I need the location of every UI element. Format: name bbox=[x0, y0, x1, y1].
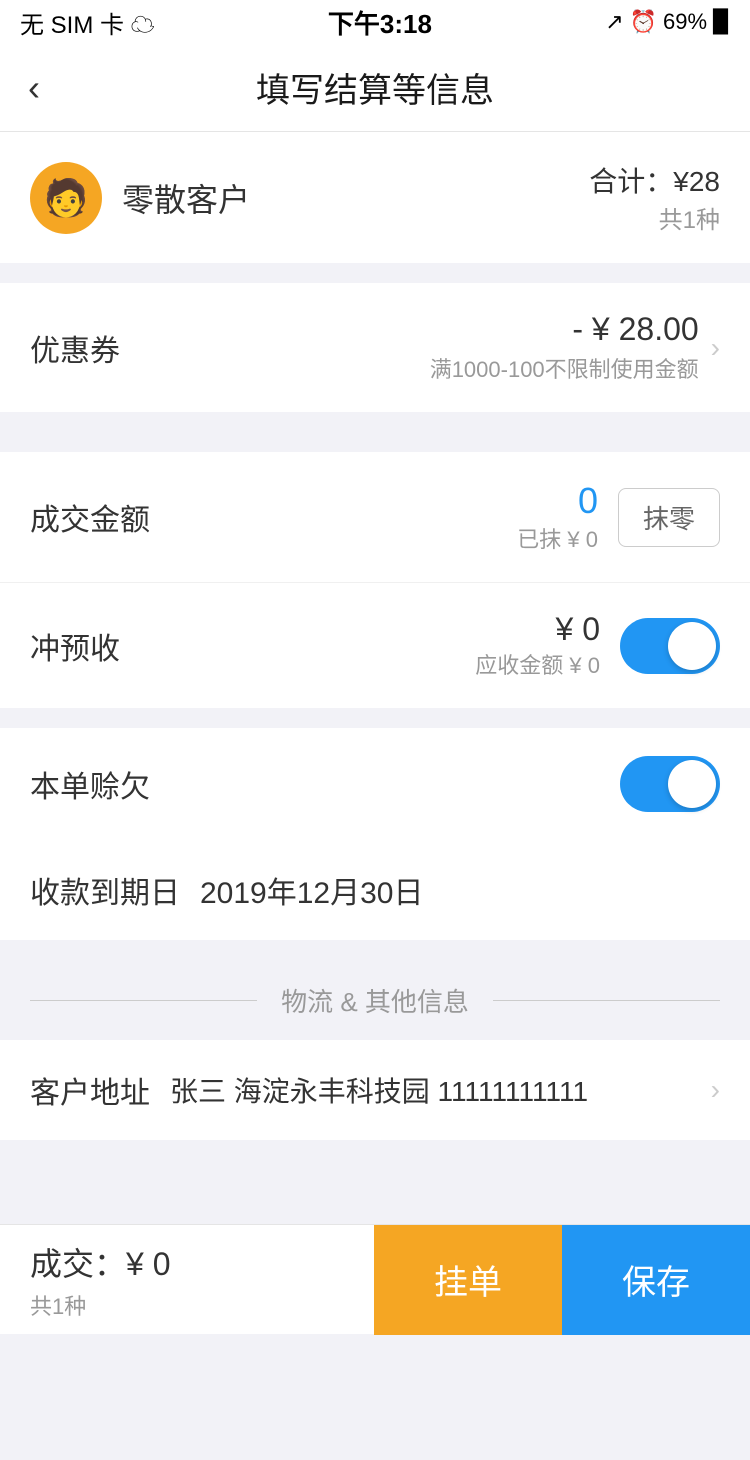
deducted-label: 已抹 ¥ 0 bbox=[517, 522, 598, 554]
debt-label: 本单赊欠 bbox=[30, 762, 150, 806]
customer-total: 合计：¥28 bbox=[589, 160, 720, 200]
logistics-divider: 物流 & 其他信息 bbox=[0, 960, 750, 1040]
debt-toggle[interactable] bbox=[620, 756, 720, 812]
address-section[interactable]: 客户地址 张三 海淀永丰科技园 11111111111 › bbox=[0, 1040, 750, 1140]
chevron-right-icon-address: › bbox=[711, 1074, 720, 1106]
address-label: 客户地址 bbox=[30, 1068, 150, 1112]
deal-label: 成交金额 bbox=[30, 495, 150, 539]
deal-amount-bottom: ¥ 0 bbox=[126, 1246, 170, 1282]
prepay-right: ¥ 0 应收金额 ¥ 0 bbox=[475, 611, 720, 680]
coupon-label: 优惠券 bbox=[30, 326, 120, 370]
save-button[interactable]: 保存 bbox=[562, 1225, 750, 1335]
customer-count: 共1种 bbox=[589, 200, 720, 235]
divider-1 bbox=[0, 432, 750, 452]
status-left: 无 SIM 卡 ☁ bbox=[20, 5, 155, 40]
nav-bar: ‹ 填写结算等信息 bbox=[0, 44, 750, 132]
bottom-summary: 成交：¥ 0 共1种 bbox=[0, 1239, 374, 1321]
prepay-toggle[interactable] bbox=[620, 618, 720, 674]
status-right: ↗ ⏰ 69% ▉ bbox=[605, 9, 730, 35]
round-zero-button[interactable]: 抹零 bbox=[618, 488, 720, 547]
page-title: 填写结算等信息 bbox=[256, 63, 494, 112]
debt-row: 本单赊欠 bbox=[0, 728, 750, 840]
due-date-value: 2019年12月30日 bbox=[200, 868, 423, 912]
address-row[interactable]: 客户地址 张三 海淀永丰科技园 11111111111 › bbox=[0, 1040, 750, 1140]
deal-amount-input[interactable]: 0 bbox=[517, 480, 598, 522]
address-value: 张三 海淀永丰科技园 11111111111 bbox=[170, 1070, 711, 1110]
coupon-desc: 满1000-100不限制使用金额 bbox=[430, 352, 699, 384]
prepay-amount: ¥ 0 bbox=[475, 611, 600, 648]
due-date-row: 收款到期日 2019年12月30日 bbox=[0, 840, 750, 940]
bottom-count: 共1种 bbox=[30, 1289, 344, 1321]
no-sim-text: 无 SIM 卡 ☁ bbox=[20, 5, 155, 40]
chevron-right-icon: › bbox=[711, 332, 720, 364]
address-right: › bbox=[711, 1074, 720, 1106]
customer-name: 零散客户 bbox=[122, 175, 250, 221]
alarm-icon: ⏰ bbox=[630, 9, 657, 35]
bottom-deal-text: 成交：¥ 0 bbox=[30, 1239, 344, 1285]
customer-section: 🧑 零散客户 合计：¥28 共1种 bbox=[0, 132, 750, 263]
status-time: 下午3:18 bbox=[328, 4, 432, 41]
prepay-sub-label: 应收金额 ¥ 0 bbox=[475, 648, 600, 680]
due-date-label: 收款到期日 bbox=[30, 868, 180, 912]
customer-right: 合计：¥28 共1种 bbox=[589, 160, 720, 235]
debt-section: 本单赊欠 收款到期日 2019年12月30日 bbox=[0, 728, 750, 940]
prepay-row: 冲预收 ¥ 0 应收金额 ¥ 0 bbox=[0, 583, 750, 708]
hold-button[interactable]: 挂单 bbox=[374, 1225, 562, 1335]
divider-line-right bbox=[493, 1000, 720, 1001]
deal-prefix: 成交： bbox=[30, 1246, 126, 1282]
deal-prepay-section: 成交金额 0 已抹 ¥ 0 抹零 冲预收 ¥ 0 应收金额 ¥ 0 bbox=[0, 452, 750, 708]
coupon-section[interactable]: 优惠券 - ¥ 28.00 满1000-100不限制使用金额 › bbox=[0, 283, 750, 412]
customer-row: 🧑 零散客户 合计：¥28 共1种 bbox=[0, 132, 750, 263]
coupon-amount: - ¥ 28.00 bbox=[430, 311, 699, 348]
bottom-bar: 成交：¥ 0 共1种 挂单 保存 bbox=[0, 1224, 750, 1334]
location-icon: ↗ bbox=[605, 9, 623, 35]
deal-right: 0 已抹 ¥ 0 抹零 bbox=[517, 480, 720, 554]
customer-left: 🧑 零散客户 bbox=[30, 162, 250, 234]
avatar: 🧑 bbox=[30, 162, 102, 234]
status-bar: 无 SIM 卡 ☁ 下午3:18 ↗ ⏰ 69% ▉ bbox=[0, 0, 750, 44]
logistics-label: 物流 & 其他信息 bbox=[257, 982, 493, 1019]
divider-line-left bbox=[30, 1000, 257, 1001]
divider-2 bbox=[0, 708, 750, 728]
person-icon: 🧑 bbox=[44, 177, 89, 219]
debt-toggle-knob bbox=[668, 760, 716, 808]
battery-text: 69% bbox=[663, 9, 707, 35]
coupon-info: - ¥ 28.00 满1000-100不限制使用金额 bbox=[430, 311, 699, 384]
back-button[interactable]: ‹ bbox=[28, 67, 40, 109]
deal-row: 成交金额 0 已抹 ¥ 0 抹零 bbox=[0, 452, 750, 583]
toggle-knob bbox=[668, 622, 716, 670]
coupon-row[interactable]: 优惠券 - ¥ 28.00 满1000-100不限制使用金额 › bbox=[0, 283, 750, 412]
prepay-label: 冲预收 bbox=[30, 624, 120, 668]
coupon-right: - ¥ 28.00 满1000-100不限制使用金额 › bbox=[430, 311, 720, 384]
battery-icon: ▉ bbox=[713, 9, 730, 35]
